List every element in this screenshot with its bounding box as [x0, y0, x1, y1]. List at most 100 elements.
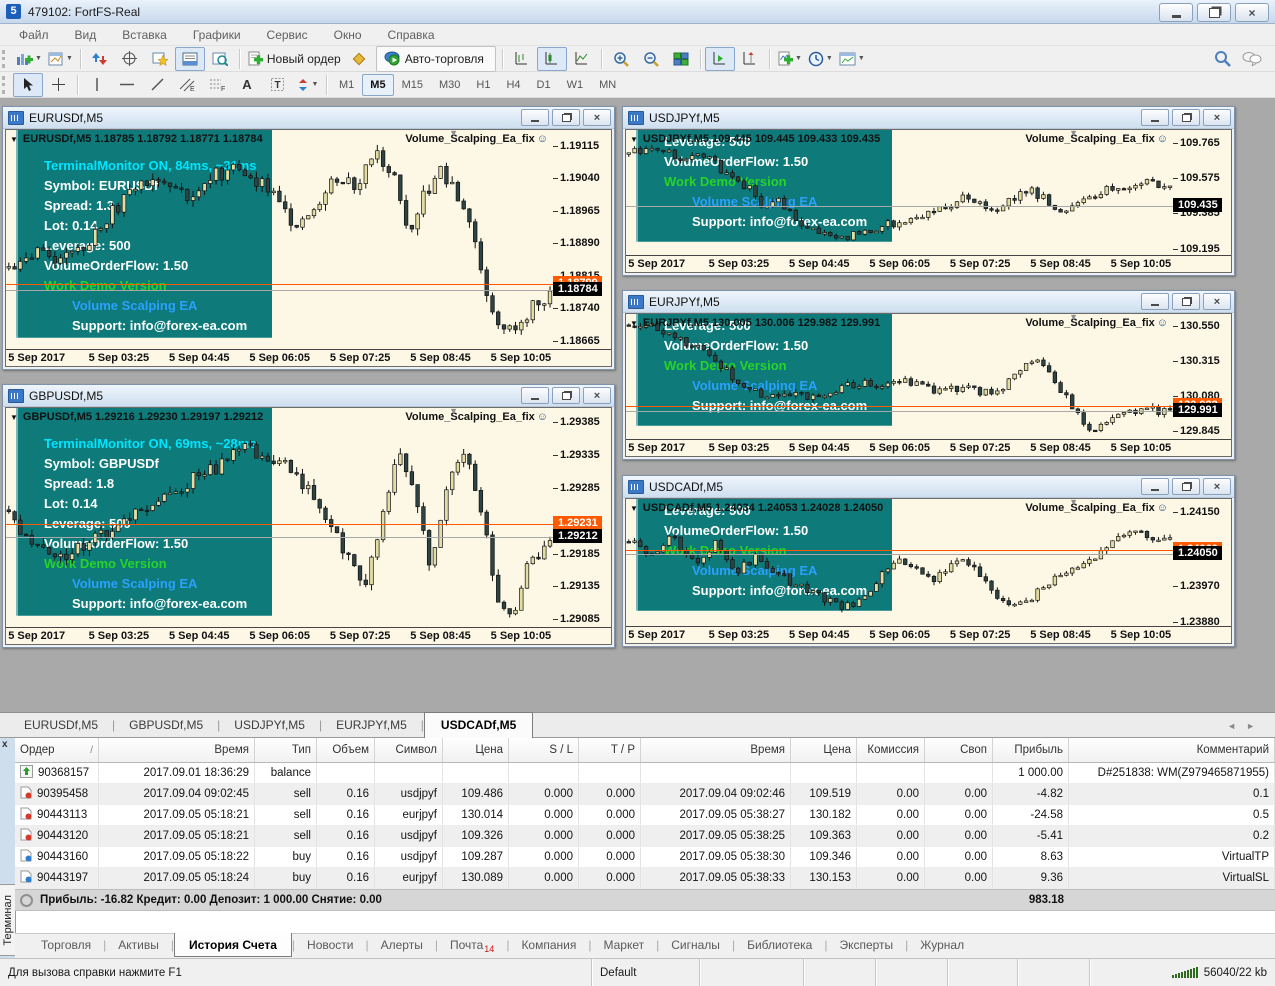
timeframe-M15[interactable]: M15: [394, 74, 431, 96]
tab-scroll-right-icon[interactable]: ►: [1246, 721, 1265, 731]
chart-window-titlebar[interactable]: EURUSDf,M5 ×: [3, 107, 614, 129]
chart-close-button[interactable]: ×: [583, 109, 611, 126]
price-axis[interactable]: 109.765 109.575 109.385 109.195 109.435: [1173, 130, 1231, 256]
price-axis[interactable]: 1.241501.239701.238801.240601.24050: [1173, 499, 1231, 628]
menu-Сервис[interactable]: Сервис: [254, 25, 321, 45]
column-header-T / P[interactable]: T / P: [579, 738, 641, 762]
text-label-button[interactable]: T: [262, 73, 292, 97]
fibonacci-button[interactable]: F: [202, 73, 232, 97]
chart-plot-area[interactable]: Leverage: 500VolumeOrderFlow: 1.50Work D…: [626, 130, 1174, 256]
community-button[interactable]: [1237, 47, 1267, 71]
chart-tab-GBPUSDf,M5[interactable]: GBPUSDf,M5: [115, 714, 217, 737]
toolbar-grip[interactable]: [2, 49, 8, 68]
cursor-button[interactable]: [13, 72, 43, 97]
timeframe-M30[interactable]: M30: [431, 74, 468, 96]
column-header-Цена[interactable]: Цена: [791, 738, 857, 762]
chart-minimize-button[interactable]: [1141, 293, 1169, 310]
history-row-90443120[interactable]: 90443120 2017.09.05 05:18:21 sell 0.16 usdjp…: [15, 826, 1275, 847]
autotrade-button[interactable]: Авто-торговля: [381, 47, 487, 71]
history-row-90368157[interactable]: 90368157 2017.09.01 18:36:29 balance 1 000.…: [15, 763, 1275, 784]
templates-button[interactable]: ▼: [836, 47, 868, 71]
timeframe-M1[interactable]: M1: [331, 74, 362, 96]
terminal-tab-Эксперты[interactable]: Эксперты: [827, 934, 905, 956]
terminal-tab-Журнал[interactable]: Журнал: [908, 934, 976, 956]
terminal-vertical-tab[interactable]: Терминал: [0, 884, 16, 956]
bar-chart-button[interactable]: [507, 47, 537, 71]
close-button[interactable]: ×: [1235, 3, 1269, 22]
terminal-tab-Сигналы[interactable]: Сигналы: [659, 934, 732, 956]
line-chart-button[interactable]: [567, 47, 597, 71]
profiles-button[interactable]: ▼: [45, 47, 76, 71]
column-header-Своп[interactable]: Своп: [925, 738, 993, 762]
column-header-Цена[interactable]: Цена: [443, 738, 509, 762]
price-axis[interactable]: 1.29385 1.29335 1.29285 1.29185 1.29135 1.290…: [553, 408, 611, 628]
timeframe-M5[interactable]: M5: [362, 73, 394, 96]
ohlc-header[interactable]: ▼ EURJPYf,M5 130.005 130.006 129.982 129.…: [630, 317, 880, 329]
chart-plot-area[interactable]: TerminalMonitor ON, 69ms, ~28ms Symbol: G…: [6, 408, 554, 628]
timeframe-H4[interactable]: H4: [498, 74, 528, 96]
navigator-button[interactable]: [145, 47, 175, 71]
channel-button[interactable]: E: [172, 73, 202, 97]
ohlc-header[interactable]: ▼ USDCADf,M5 1.24034 1.24053 1.24028 1.24…: [630, 502, 883, 514]
terminal-close-icon[interactable]: x: [2, 740, 8, 750]
chart-maximize-button[interactable]: [1172, 478, 1200, 495]
column-header-Комиссия[interactable]: Комиссия: [857, 738, 925, 762]
chart-window-titlebar[interactable]: USDJPYf,M5 ×: [623, 107, 1234, 129]
menu-Окно[interactable]: Окно: [321, 25, 375, 45]
price-axis[interactable]: 1.191151.190401.189651.188901.188151.187…: [552, 130, 611, 350]
column-header-Время[interactable]: Время: [641, 738, 791, 762]
terminal-tab-Почта[interactable]: Почта14: [438, 934, 506, 958]
ohlc-header[interactable]: ▼ GBPUSDf,M5 1.29216 1.29230 1.29197 1.29…: [10, 411, 263, 423]
column-header-Символ[interactable]: Символ: [375, 738, 443, 762]
chart-minimize-button[interactable]: [1141, 478, 1169, 495]
search-button[interactable]: [1207, 47, 1237, 71]
new-order-button[interactable]: Новый ордер: [244, 47, 344, 71]
crosshair-button[interactable]: [43, 73, 73, 97]
timeframe-W1[interactable]: W1: [559, 74, 592, 96]
tab-scroll-left-icon[interactable]: ◄: [1227, 721, 1246, 731]
terminal-tab-Новости[interactable]: Новости: [295, 934, 365, 956]
chart-minimize-button[interactable]: [521, 109, 549, 126]
time-axis[interactable]: 5 Sep 2017 5 Sep 03:25 5 Sep 04:45 5 Sep 06…: [626, 255, 1231, 272]
chart-maximize-button[interactable]: [552, 387, 580, 404]
chart-close-button[interactable]: ×: [1203, 293, 1231, 310]
tile-windows-button[interactable]: [666, 47, 696, 71]
chart-close-button[interactable]: ×: [583, 387, 611, 404]
ohlc-header[interactable]: ▼ USDJPYf,M5 109.445 109.445 109.433 109.…: [630, 133, 880, 145]
terminal-tab-Маркет[interactable]: Маркет: [591, 934, 656, 956]
column-header-Тип[interactable]: Тип: [255, 738, 317, 762]
chart-close-button[interactable]: ×: [1203, 109, 1231, 126]
column-header-S / L[interactable]: S / L: [509, 738, 579, 762]
history-row-90443160[interactable]: 90443160 2017.09.05 05:18:22 buy 0.16 usdjpy…: [15, 847, 1275, 868]
column-header-Время[interactable]: Время: [99, 738, 255, 762]
zoom-in-button[interactable]: [606, 47, 636, 71]
chart-close-button[interactable]: ×: [1203, 478, 1231, 495]
terminal-tab-История Счета[interactable]: История Счета: [173, 933, 292, 957]
vertical-line-button[interactable]: [82, 73, 112, 97]
time-axis[interactable]: 5 Sep 2017 5 Sep 03:25 5 Sep 04:45 5 Sep 06…: [6, 349, 611, 366]
restore-button[interactable]: [1197, 3, 1231, 22]
zoom-out-button[interactable]: [636, 47, 666, 71]
chart-plot-area[interactable]: Leverage: 500VolumeOrderFlow: 1.50Work D…: [626, 499, 1174, 627]
time-axis[interactable]: 5 Sep 2017 5 Sep 03:25 5 Sep 04:45 5 Sep 06…: [626, 626, 1231, 643]
column-header-Прибыль[interactable]: Прибыль: [993, 738, 1069, 762]
history-row-90443197[interactable]: 90443197 2017.09.05 05:18:24 buy 0.16 eurjpy…: [15, 868, 1275, 889]
strategy-tester-button[interactable]: [205, 47, 235, 71]
column-header-Ордер[interactable]: Ордер /: [15, 738, 99, 762]
chart-window-titlebar[interactable]: EURJPYf,M5 ×: [623, 291, 1234, 313]
timeframe-D1[interactable]: D1: [529, 74, 559, 96]
column-header-Объем[interactable]: Объем: [317, 738, 375, 762]
time-axis[interactable]: 5 Sep 2017 5 Sep 03:25 5 Sep 04:45 5 Sep 06…: [6, 627, 611, 644]
market-watch-button[interactable]: [85, 47, 115, 71]
minimize-button[interactable]: [1159, 3, 1193, 22]
indicators-button[interactable]: ▼: [774, 47, 805, 71]
timeframe-H1[interactable]: H1: [468, 74, 498, 96]
chart-tab-USDCADf,M5[interactable]: USDCADf,M5: [423, 712, 534, 738]
ohlc-header[interactable]: ▼ EURUSDf,M5 1.18785 1.18792 1.18771 1.18…: [10, 133, 263, 145]
metaeditor-button[interactable]: [344, 47, 374, 71]
chart-minimize-button[interactable]: [521, 387, 549, 404]
menu-Графики[interactable]: Графики: [180, 25, 254, 45]
data-window-button[interactable]: [115, 47, 145, 71]
new-chart-button[interactable]: ▼: [13, 47, 45, 71]
time-axis[interactable]: 5 Sep 2017 5 Sep 03:25 5 Sep 04:45 5 Sep 06…: [626, 439, 1231, 456]
